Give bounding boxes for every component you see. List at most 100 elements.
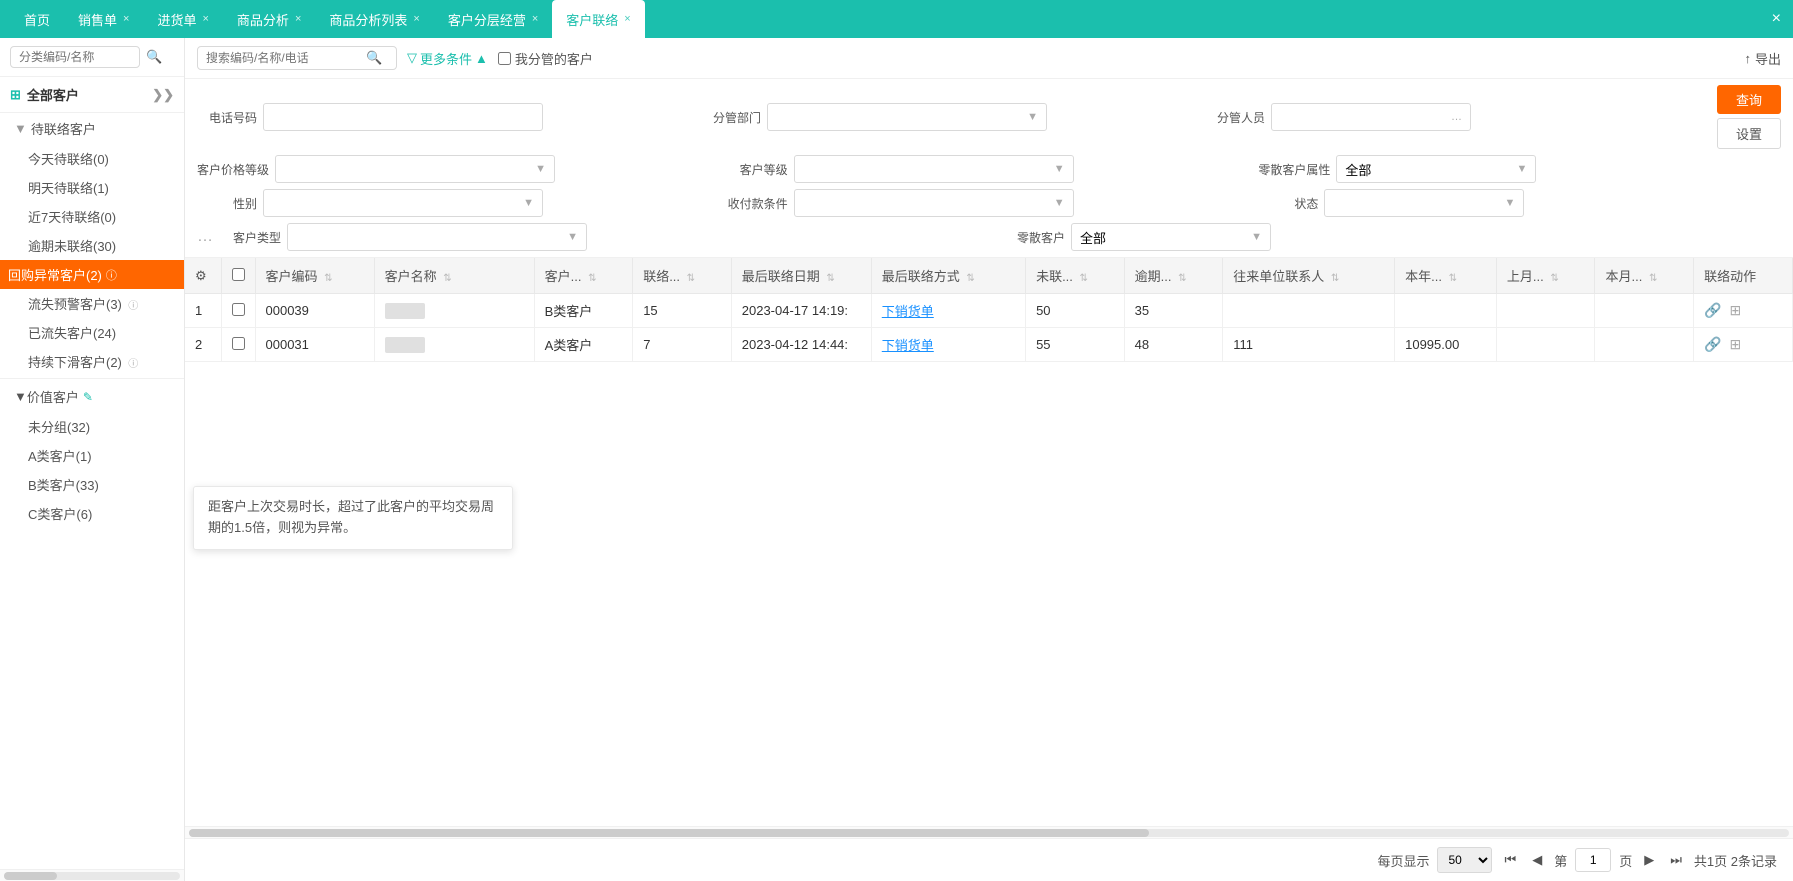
td-checkbox-1[interactable]	[221, 294, 255, 328]
last-page-btn[interactable]: ⏭	[1666, 850, 1686, 870]
sidebar-search-icon[interactable]: 🔍	[146, 49, 162, 65]
th-name[interactable]: 客户名称 ⇅	[374, 258, 534, 294]
filter-row-1: 电话号码 分管部门 ▼ 分管人员 …	[197, 85, 1781, 149]
more-conditions-btn[interactable]: ▽ 更多条件 ▲	[407, 49, 488, 68]
sort-date-icon: ⇅	[826, 273, 834, 284]
pending-arrow: ▼	[14, 121, 27, 136]
next-page-btn[interactable]: ▶	[1640, 850, 1658, 870]
nav-customer-contact-close[interactable]: ×	[624, 13, 630, 25]
nav-product-list-close[interactable]: ×	[413, 13, 419, 25]
h-scrollbar-thumb[interactable]	[189, 829, 1149, 837]
customer-type-select[interactable]: ▼	[287, 223, 587, 251]
sidebar-already-lost[interactable]: 已流失客户(24)	[0, 318, 184, 347]
nav-sales[interactable]: 销售单 ×	[64, 0, 143, 38]
method-link-1[interactable]: 下销货单	[882, 304, 934, 319]
sidebar-value-customer-group[interactable]: ▼ 价值客户 ✎	[0, 381, 184, 412]
nav-product-list[interactable]: 商品分析列表 ×	[315, 0, 433, 38]
search-icon[interactable]: 🔍	[366, 50, 382, 66]
page-number-input[interactable]	[1575, 848, 1611, 872]
retail-customer-select[interactable]: 全部 ▼	[1071, 223, 1271, 251]
gender-select[interactable]: ▼	[263, 189, 543, 217]
th-this-year[interactable]: 本年... ⇅	[1395, 258, 1497, 294]
row1-checkbox[interactable]	[232, 303, 245, 316]
row2-checkbox[interactable]	[232, 337, 245, 350]
h-scrollbar[interactable]	[185, 826, 1793, 838]
th-customer-type[interactable]: 客户... ⇅	[534, 258, 633, 294]
th-settings[interactable]: ⚙	[185, 258, 221, 294]
td-tmonth-2	[1595, 328, 1694, 362]
dept-chevron: ▼	[1027, 111, 1038, 123]
price-level-select[interactable]: ▼	[275, 155, 555, 183]
nav-sales-close[interactable]: ×	[123, 13, 129, 25]
th-last-month[interactable]: 上月... ⇅	[1496, 258, 1595, 294]
search-input[interactable]	[206, 51, 366, 65]
customer-level-label: 客户等级	[728, 161, 788, 178]
sidebar-declining[interactable]: 持续下滑客户(2) ⓘ	[0, 347, 184, 376]
payment-select[interactable]: ▼	[794, 189, 1074, 217]
sidebar-search-input[interactable]	[10, 46, 140, 68]
td-index-2: 2	[185, 328, 221, 362]
sidebar-repurchase-abnormal[interactable]: 回购异常客户(2) ⓘ	[0, 260, 184, 289]
retail-attr-select[interactable]: 全部 ▼	[1336, 155, 1536, 183]
th-overdue[interactable]: 逾期... ⇅	[1124, 258, 1223, 294]
customer-level-select[interactable]: ▼	[794, 155, 1074, 183]
th-last-contact-method[interactable]: 最后联络方式 ⇅	[871, 258, 1025, 294]
sidebar-lost-warning[interactable]: 流失预警客户(3) ⓘ	[0, 289, 184, 318]
sidebar-all-customers[interactable]: ⊞ 全部客户 ❯❯	[0, 77, 184, 113]
method-link-2[interactable]: 下销货单	[882, 338, 934, 353]
nav-home[interactable]: 首页	[10, 0, 64, 38]
sidebar: 🔍 ⊞ 全部客户 ❯❯ ▼ 待联络客户 今天待联络(0) 明天待联络(1) 近7…	[0, 38, 185, 881]
sidebar-b-class[interactable]: B类客户(33)	[0, 470, 184, 499]
status-select[interactable]: ▼	[1324, 189, 1524, 217]
window-close-btn[interactable]: ×	[1772, 10, 1781, 28]
sidebar-collapse-btn[interactable]: ❯❯	[152, 87, 174, 103]
dept-select[interactable]: ▼	[767, 103, 1047, 131]
edit-icon[interactable]: ✎	[83, 390, 93, 404]
sidebar-unclassified[interactable]: 未分组(32)	[0, 412, 184, 441]
sidebar-pending-group[interactable]: ▼ 待联络客户	[0, 113, 184, 144]
nav-customer-segment[interactable]: 客户分层经营 ×	[434, 0, 552, 38]
td-method-2[interactable]: 下销货单	[871, 328, 1025, 362]
settings-button[interactable]: 设置	[1717, 118, 1781, 149]
th-unlinked[interactable]: 未联... ⇅	[1026, 258, 1125, 294]
link-icon-2[interactable]: 🔗	[1704, 336, 1721, 353]
customer-table: ⚙ 客户编码 ⇅ 客户名称 ⇅	[185, 258, 1793, 362]
grid-action-icon-2[interactable]: ⊞	[1730, 336, 1742, 353]
th-code[interactable]: 客户编码 ⇅	[255, 258, 374, 294]
th-checkbox[interactable]	[221, 258, 255, 294]
sidebar-a-class[interactable]: A类客户(1)	[0, 441, 184, 470]
nav-customer-segment-close[interactable]: ×	[532, 13, 538, 25]
action-icons-1: 🔗 ⊞	[1704, 302, 1782, 319]
grid-action-icon-1[interactable]: ⊞	[1730, 302, 1742, 319]
query-button[interactable]: 查询	[1717, 85, 1781, 114]
sidebar-overdue-pending[interactable]: 逾期未联络(30)	[0, 231, 184, 260]
manager-select[interactable]: …	[1271, 103, 1471, 131]
my-customer-checkbox[interactable]	[498, 52, 511, 65]
th-action[interactable]: 联络动作	[1694, 258, 1793, 294]
td-contact-count-1: 15	[633, 294, 732, 328]
sidebar-c-class[interactable]: C类客户(6)	[0, 499, 184, 528]
td-method-1[interactable]: 下销货单	[871, 294, 1025, 328]
sidebar-tomorrow-pending[interactable]: 明天待联络(1)	[0, 173, 184, 202]
sidebar-7day-pending[interactable]: 近7天待联络(0)	[0, 202, 184, 231]
nav-customer-contact[interactable]: 客户联络 ×	[552, 0, 644, 38]
sidebar-today-pending[interactable]: 今天待联络(0)	[0, 144, 184, 173]
first-page-btn[interactable]: ⏮	[1500, 850, 1520, 870]
nav-product-analysis-close[interactable]: ×	[295, 13, 301, 25]
th-this-month[interactable]: 本月... ⇅	[1595, 258, 1694, 294]
nav-purchase-close[interactable]: ×	[202, 13, 208, 25]
export-btn[interactable]: ↑ 导出	[1744, 49, 1781, 68]
td-checkbox-2[interactable]	[221, 328, 255, 362]
my-customer-checkbox-area[interactable]: 我分管的客户	[498, 49, 593, 68]
nav-purchase[interactable]: 进货单 ×	[143, 0, 222, 38]
select-all-checkbox[interactable]	[232, 268, 245, 281]
filter-dots[interactable]: …	[197, 228, 213, 246]
link-icon-1[interactable]: 🔗	[1704, 302, 1721, 319]
nav-product-analysis[interactable]: 商品分析 ×	[223, 0, 315, 38]
prev-page-btn[interactable]: ◀	[1528, 850, 1546, 870]
th-contact-count[interactable]: 联络... ⇅	[633, 258, 732, 294]
th-contact-person[interactable]: 往来单位联系人 ⇅	[1223, 258, 1395, 294]
phone-input[interactable]	[263, 103, 543, 131]
th-last-contact-date[interactable]: 最后联络日期 ⇅	[731, 258, 871, 294]
page-size-select[interactable]: 50 20 100	[1437, 847, 1492, 873]
